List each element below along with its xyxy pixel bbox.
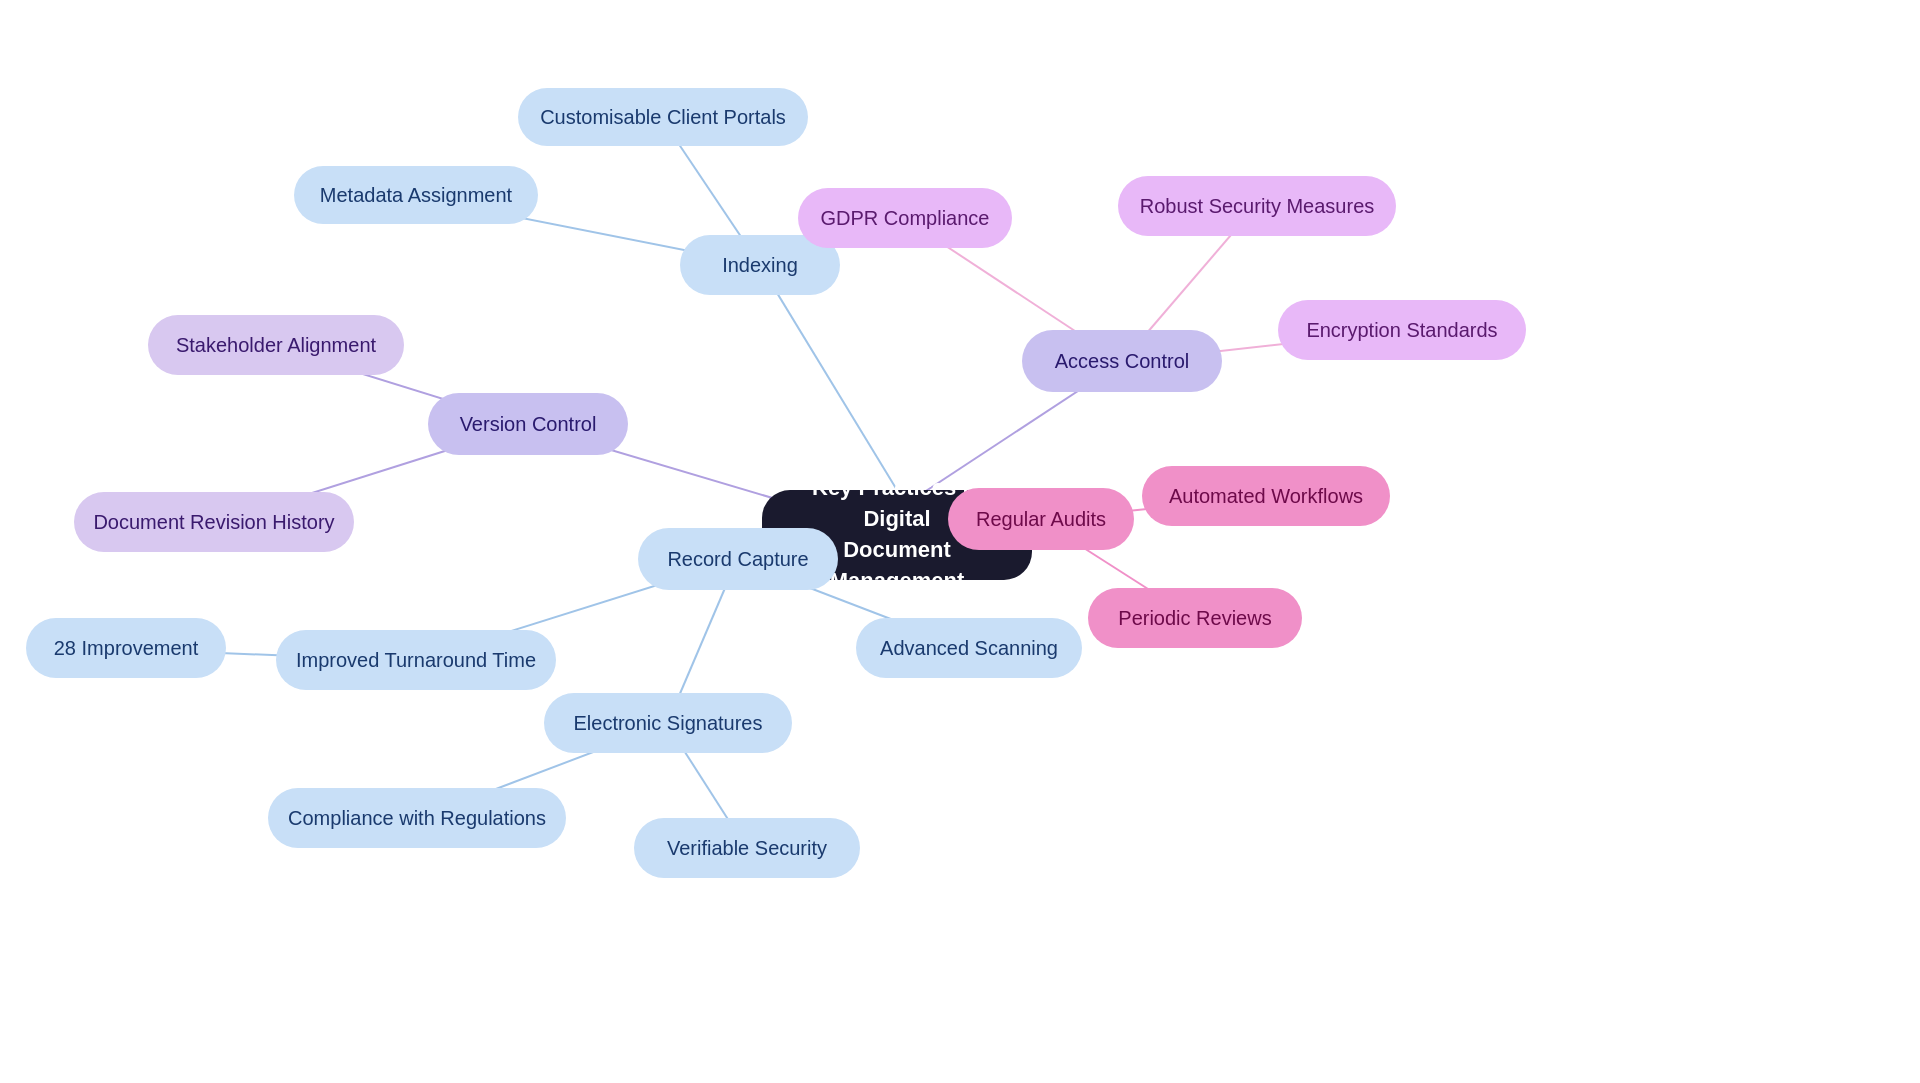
stakeholder-alignment-label: Stakeholder Alignment xyxy=(176,334,376,357)
customisable-client-portals-label: Customisable Client Portals xyxy=(540,106,786,129)
advanced-scanning-node: Advanced Scanning xyxy=(856,618,1082,678)
stakeholder-alignment-node: Stakeholder Alignment xyxy=(148,315,404,375)
electronic-signatures-label: Electronic Signatures xyxy=(574,712,763,735)
gdpr-compliance-label: GDPR Compliance xyxy=(821,207,990,230)
robust-security-measures-node: Robust Security Measures xyxy=(1118,176,1396,236)
svg-line-0 xyxy=(760,265,897,490)
improved-turnaround-time-node: Improved Turnaround Time xyxy=(276,630,556,690)
regular-audits-node: Regular Audits xyxy=(948,488,1134,550)
gdpr-compliance-node: GDPR Compliance xyxy=(798,188,1012,248)
encryption-standards-label: Encryption Standards xyxy=(1306,319,1497,342)
version-control-label: Version Control xyxy=(460,413,597,436)
access-control-label: Access Control xyxy=(1055,350,1190,373)
record-capture-node: Record Capture xyxy=(638,528,838,590)
regular-audits-label: Regular Audits xyxy=(976,508,1106,531)
verifiable-security-node: Verifiable Security xyxy=(634,818,860,878)
metadata-assignment-label: Metadata Assignment xyxy=(320,184,512,207)
encryption-standards-node: Encryption Standards xyxy=(1278,300,1526,360)
document-revision-history-node: Document Revision History xyxy=(74,492,354,552)
compliance-with-regulations-node: Compliance with Regulations xyxy=(268,788,566,848)
version-control-node: Version Control xyxy=(428,393,628,455)
improved-turnaround-time-label: Improved Turnaround Time xyxy=(296,649,536,672)
document-revision-history-label: Document Revision History xyxy=(93,511,334,534)
advanced-scanning-label: Advanced Scanning xyxy=(880,637,1058,660)
periodic-reviews-node: Periodic Reviews xyxy=(1088,588,1302,648)
verifiable-security-label: Verifiable Security xyxy=(667,837,827,860)
access-control-node: Access Control xyxy=(1022,330,1222,392)
twenty-eight-improvement-label: 28 Improvement xyxy=(54,637,199,660)
automated-workflows-label: Automated Workflows xyxy=(1169,485,1363,508)
periodic-reviews-label: Periodic Reviews xyxy=(1118,607,1271,630)
electronic-signatures-node: Electronic Signatures xyxy=(544,693,792,753)
compliance-with-regulations-label: Compliance with Regulations xyxy=(288,807,546,830)
indexing-label: Indexing xyxy=(722,254,798,277)
metadata-assignment-node: Metadata Assignment xyxy=(294,166,538,224)
automated-workflows-node: Automated Workflows xyxy=(1142,466,1390,526)
twenty-eight-improvement-node: 28 Improvement xyxy=(26,618,226,678)
robust-security-measures-label: Robust Security Measures xyxy=(1140,195,1375,218)
customisable-client-portals-node: Customisable Client Portals xyxy=(518,88,808,146)
record-capture-label: Record Capture xyxy=(667,548,808,571)
